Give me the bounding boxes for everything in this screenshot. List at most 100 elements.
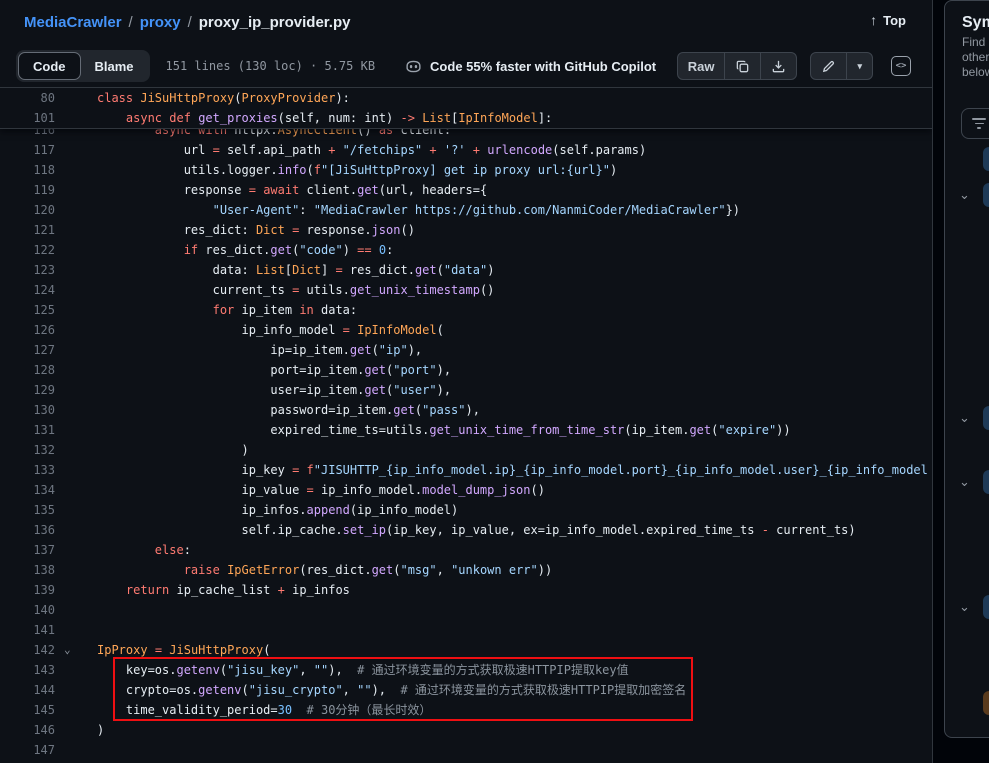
code-text: ip_value = ip_info_model.model_dump_json… — [97, 480, 932, 500]
code-text: password=ip_item.get("pass"), — [97, 400, 932, 420]
symbols-panel-toggle-button[interactable]: <> — [886, 52, 916, 80]
line-number[interactable]: 126 — [0, 320, 55, 340]
filter-icon — [972, 118, 986, 129]
line-number[interactable]: 130 — [0, 400, 55, 420]
line-number[interactable]: 80 — [0, 88, 55, 108]
copy-button[interactable] — [724, 53, 760, 79]
breadcrumb-separator: / — [181, 14, 199, 31]
code-line: 120 "User-Agent": "MediaCrawler https://… — [0, 200, 932, 220]
back-to-top-label: Top — [883, 13, 906, 28]
file-view-panel: MediaCrawler/proxy/proxy_ip_provider.py … — [0, 0, 933, 763]
raw-button[interactable]: Raw — [678, 53, 725, 79]
line-number[interactable]: 132 — [0, 440, 55, 460]
line-number[interactable]: 119 — [0, 180, 55, 200]
line-number[interactable]: 127 — [0, 340, 55, 360]
breadcrumb-repo-link[interactable]: MediaCrawler — [24, 14, 122, 31]
code-text: ) — [97, 440, 932, 460]
line-number[interactable]: 134 — [0, 480, 55, 500]
symbols-panel-title: Sym — [962, 14, 989, 32]
breadcrumb-folder-link[interactable]: proxy — [140, 14, 181, 31]
line-gutter — [55, 140, 97, 160]
line-number[interactable]: 133 — [0, 460, 55, 480]
code-text: IpProxy = JiSuHttpProxy( — [97, 640, 932, 660]
line-number[interactable]: 146 — [0, 720, 55, 740]
code-text: for ip_item in data: — [97, 300, 932, 320]
chevron-down-icon[interactable]: ⌄ — [959, 595, 981, 619]
line-number[interactable]: 135 — [0, 500, 55, 520]
line-number[interactable]: 145 — [0, 700, 55, 720]
chevron-down-icon[interactable]: ⌄ — [959, 183, 981, 207]
code-text: current_ts = utils.get_unix_timestamp() — [97, 280, 932, 300]
line-number[interactable]: 122 — [0, 240, 55, 260]
line-number[interactable]: 140 — [0, 600, 55, 620]
code-line: 145 time_validity_period=30 # 30分钟（最长时效） — [0, 700, 932, 720]
line-gutter — [55, 280, 97, 300]
code-text: self.ip_cache.set_ip(ip_key, ip_value, e… — [97, 520, 932, 540]
line-number[interactable]: 123 — [0, 260, 55, 280]
line-number[interactable]: 101 — [0, 108, 55, 128]
chevron-down-icon[interactable]: ⌄ — [959, 406, 981, 430]
line-gutter — [55, 720, 97, 740]
download-button[interactable] — [760, 53, 796, 79]
back-to-top-button[interactable]: ↑ Top — [870, 12, 906, 28]
symbol-list-item[interactable]: ⌄ — [945, 470, 989, 494]
code-line: 132 ) — [0, 440, 932, 460]
line-number[interactable]: 136 — [0, 520, 55, 540]
symbols-filter-input[interactable] — [961, 108, 989, 139]
line-number[interactable]: 120 — [0, 200, 55, 220]
tab-code[interactable]: Code — [18, 52, 81, 80]
symbol-list-item[interactable] — [945, 691, 989, 715]
file-toolbar: Code Blame 151 lines (130 loc) · 5.75 KB… — [0, 45, 932, 88]
code-text: utils.logger.info(f"[JiSuHttpProxy] get … — [97, 160, 932, 180]
line-gutter — [55, 460, 97, 480]
breadcrumb-separator: / — [122, 14, 140, 31]
symbol-list-item[interactable]: ⌄ — [945, 183, 989, 207]
symbol-list-item[interactable] — [945, 147, 989, 171]
line-number[interactable]: 144 — [0, 680, 55, 700]
symbol-list-item[interactable]: ⌄ — [945, 406, 989, 430]
code-text: ip_info_model = IpInfoModel( — [97, 320, 932, 340]
line-number[interactable]: 143 — [0, 660, 55, 680]
line-number[interactable]: 138 — [0, 560, 55, 580]
line-gutter — [55, 420, 97, 440]
line-number[interactable]: 129 — [0, 380, 55, 400]
code-line: 135 ip_infos.append(ip_info_model) — [0, 500, 932, 520]
line-gutter — [55, 560, 97, 580]
line-gutter — [55, 160, 97, 180]
code-text: ip=ip_item.get("ip"), — [97, 340, 932, 360]
chevron-down-icon[interactable]: ⌄ — [959, 470, 981, 494]
copilot-icon — [405, 58, 422, 75]
edit-button[interactable] — [811, 53, 846, 79]
line-number[interactable]: 141 — [0, 620, 55, 640]
breadcrumb-filename: proxy_ip_provider.py — [199, 14, 351, 31]
line-gutter — [55, 500, 97, 520]
line-number[interactable]: 117 — [0, 140, 55, 160]
line-number[interactable]: 124 — [0, 280, 55, 300]
line-number[interactable]: 125 — [0, 300, 55, 320]
symbol-list-item[interactable]: ⌄ — [945, 595, 989, 619]
line-number[interactable]: 118 — [0, 160, 55, 180]
code-line: 142⌄IpProxy = JiSuHttpProxy( — [0, 640, 932, 660]
code-line: 127 ip=ip_item.get("ip"), — [0, 340, 932, 360]
line-number[interactable]: 137 — [0, 540, 55, 560]
code-line: 121 res_dict: Dict = response.json() — [0, 220, 932, 240]
download-icon — [771, 59, 786, 74]
code-text: crypto=os.getenv("jisu_crypto", ""), # 通… — [97, 680, 932, 700]
copilot-banner[interactable]: Code 55% faster with GitHub Copilot — [405, 58, 656, 75]
tab-blame[interactable]: Blame — [81, 52, 148, 80]
fold-chevron-down-icon[interactable]: ⌄ — [55, 640, 97, 660]
code-rows: 116 async with httpx.AsyncClient() as cl… — [0, 120, 932, 760]
line-number[interactable]: 147 — [0, 740, 55, 760]
line-number[interactable]: 142 — [0, 640, 55, 660]
line-number[interactable]: 121 — [0, 220, 55, 240]
line-number[interactable]: 128 — [0, 360, 55, 380]
line-gutter — [55, 480, 97, 500]
copy-icon — [735, 59, 750, 74]
line-number[interactable]: 131 — [0, 420, 55, 440]
line-number[interactable]: 139 — [0, 580, 55, 600]
code-line: 122 if res_dict.get("code") == 0: — [0, 240, 932, 260]
code-text: response = await client.get(url, headers… — [97, 180, 932, 200]
code-text: url = self.api_path + "/fetchips" + '?' … — [97, 140, 932, 160]
edit-dropdown-button[interactable]: ▾ — [846, 53, 872, 79]
code-line: 138 raise IpGetError(res_dict.get("msg",… — [0, 560, 932, 580]
